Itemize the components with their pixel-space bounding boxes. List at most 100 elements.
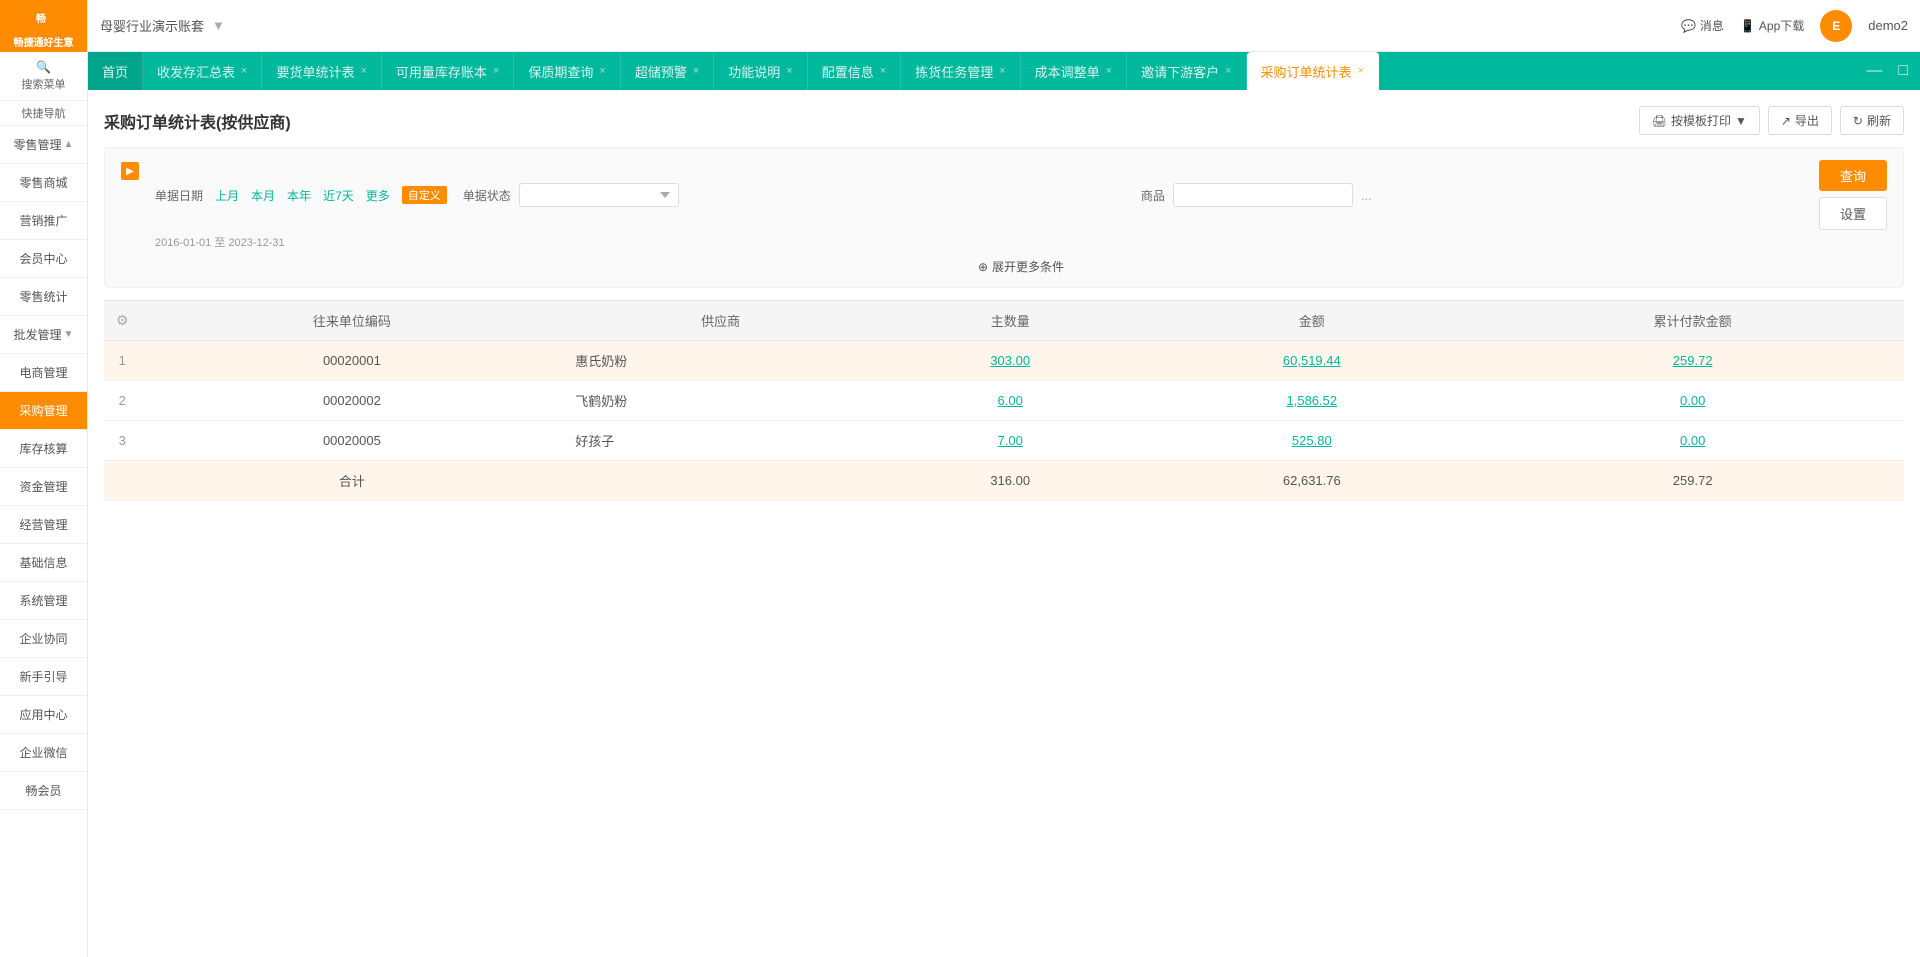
sidebar-item-marketing[interactable]: 营销推广	[0, 202, 87, 240]
tab-warranty-close[interactable]: ×	[599, 65, 605, 77]
shortcut-this-year[interactable]: 本年	[283, 186, 315, 205]
row-amount-0[interactable]: 60,519.44	[1142, 341, 1481, 381]
tab-pick-task[interactable]: 拣货任务管理 ×	[901, 52, 1020, 90]
sidebar-item-system-label: 系统管理	[19, 592, 67, 609]
tab-cost-adjust-close[interactable]: ×	[1106, 65, 1112, 77]
tab-goods-stats-close[interactable]: ×	[360, 65, 366, 77]
sidebar-item-app-center[interactable]: 应用中心	[0, 696, 87, 734]
sidebar-item-inventory[interactable]: 库存核算	[0, 430, 87, 468]
sidebar-item-purchase-label: 采购管理	[19, 402, 67, 419]
sidebar-item-finance[interactable]: 资金管理	[0, 468, 87, 506]
sidebar-item-retail-stats[interactable]: 零售统计	[0, 278, 87, 316]
col-paid-header: 累计付款金额	[1481, 301, 1904, 341]
shortcut-this-month[interactable]: 本月	[247, 186, 279, 205]
sidebar-search[interactable]: 🔍 搜索菜单	[0, 52, 87, 101]
app-icon: 📱	[1740, 19, 1755, 33]
tab-cost-adjust[interactable]: 成本调整单 ×	[1021, 52, 1127, 90]
filter-main: 单据日期 上月 本月 本年 近7天 更多 自定义 单据状态	[155, 160, 1887, 275]
sidebar-item-retail-shop-label: 零售商城	[19, 174, 67, 191]
tab-warranty[interactable]: 保质期查询 ×	[514, 52, 620, 90]
sidebar-item-guide[interactable]: 新手引导	[0, 658, 87, 696]
shortcut-7days[interactable]: 近7天	[319, 186, 358, 205]
goods-input[interactable]	[1173, 183, 1353, 207]
sidebar-quick-nav[interactable]: 快捷导航	[0, 101, 87, 126]
status-select[interactable]	[519, 183, 679, 207]
goods-filter-group: 商品 ...	[1141, 183, 1803, 207]
tab-func-desc-close[interactable]: ×	[786, 65, 792, 77]
sidebar-nav-label: 快捷导航	[6, 105, 81, 121]
svg-text:畅: 畅	[36, 12, 46, 25]
query-button[interactable]: 查询	[1819, 160, 1887, 191]
tab-purchase-stats[interactable]: 采购订单统计表 ×	[1247, 52, 1379, 90]
tab-available-stock-close[interactable]: ×	[493, 65, 499, 77]
template-print-button[interactable]: 🖨 按模板打印 ▼	[1639, 106, 1760, 135]
row-qty-2[interactable]: 7.00	[878, 421, 1142, 461]
tab-overstock[interactable]: 超储预警 ×	[621, 52, 714, 90]
tab-warranty-label: 保质期查询	[528, 62, 593, 81]
row-qty-1[interactable]: 6.00	[878, 381, 1142, 421]
tab-home[interactable]: 首页	[88, 52, 143, 90]
page-content: 采购订单统计表(按供应商) 🖨 按模板打印 ▼ ↗ 导出 ↻ 刷新	[88, 90, 1920, 957]
row-supplier-0: 惠氏奶粉	[563, 341, 878, 381]
expand-conditions-button[interactable]: ⊕ 展开更多条件	[978, 258, 1064, 275]
sidebar-item-collab[interactable]: 企业协同	[0, 620, 87, 658]
sidebar-item-retail[interactable]: 零售管理 ▲	[0, 126, 87, 164]
topbar-right: 💬 消息 📱 App下载 E demo2	[1681, 10, 1908, 42]
shortcut-last-month[interactable]: 上月	[211, 186, 243, 205]
sidebar-item-wechat[interactable]: 企业微信	[0, 734, 87, 772]
tab-config-info-close[interactable]: ×	[880, 65, 886, 77]
export-button[interactable]: ↗ 导出	[1768, 106, 1832, 135]
filter-toggle-btn[interactable]: ▶	[121, 162, 139, 180]
tab-receive-send-label: 收发存汇总表	[157, 62, 235, 81]
tab-config-info[interactable]: 配置信息 ×	[808, 52, 901, 90]
tab-available-stock-label: 可用量库存账本	[396, 62, 487, 81]
message-button[interactable]: 💬 消息	[1681, 17, 1724, 34]
col-settings-icon[interactable]: ⚙	[116, 312, 129, 328]
row-paid-2[interactable]: 0.00	[1481, 421, 1904, 461]
tab-invite-downstream-close[interactable]: ×	[1225, 65, 1231, 77]
sidebar-item-system[interactable]: 系统管理	[0, 582, 87, 620]
minimize-btn[interactable]: —	[1862, 58, 1886, 84]
shortcut-more[interactable]: 更多	[362, 186, 394, 205]
row-amount-2[interactable]: 525.80	[1142, 421, 1481, 461]
row-paid-1[interactable]: 0.00	[1481, 381, 1904, 421]
sidebar-item-basic[interactable]: 基础信息	[0, 544, 87, 582]
refresh-button[interactable]: ↻ 刷新	[1840, 106, 1904, 135]
tab-overstock-label: 超储预警	[635, 62, 687, 81]
table-header-row: ⚙ 往来单位编码 供应商 主数量 金额 累计付款金额	[104, 301, 1904, 341]
custom-date-tag[interactable]: 自定义	[402, 186, 447, 204]
sidebar-item-ecommerce[interactable]: 电商管理	[0, 354, 87, 392]
row-amount-1[interactable]: 1,586.52	[1142, 381, 1481, 421]
tab-pick-task-label: 拣货任务管理	[915, 62, 993, 81]
sidebar-item-member[interactable]: 会员中心	[0, 240, 87, 278]
sidebar-item-retail-shop[interactable]: 零售商城	[0, 164, 87, 202]
sidebar-item-purchase[interactable]: 采购管理	[0, 392, 87, 430]
app-logo-text: 畅捷通好生意	[14, 34, 74, 49]
maximize-btn[interactable]: □	[1894, 58, 1912, 84]
tab-func-desc[interactable]: 功能说明 ×	[714, 52, 807, 90]
tab-available-stock[interactable]: 可用量库存账本 ×	[382, 52, 514, 90]
date-filter-group: 单据日期 上月 本月 本年 近7天 更多 自定义	[155, 186, 447, 205]
sidebar-item-wholesale[interactable]: 批发管理 ▼	[0, 316, 87, 354]
tab-pick-task-close[interactable]: ×	[999, 65, 1005, 77]
row-qty-0[interactable]: 303.00	[878, 341, 1142, 381]
app-download-button[interactable]: 📱 App下载	[1740, 17, 1804, 34]
app-logo: 畅 畅捷通好生意	[0, 0, 87, 52]
tab-goods-stats[interactable]: 要货单统计表 ×	[262, 52, 381, 90]
sidebar-item-operation[interactable]: 经营管理	[0, 506, 87, 544]
goods-more-icon[interactable]: ...	[1361, 188, 1372, 203]
expand-icon: ▲	[64, 139, 74, 150]
template-dropdown-icon[interactable]: ▼	[1735, 114, 1747, 128]
sidebar-item-member2[interactable]: 畅会员	[0, 772, 87, 810]
row-paid-0[interactable]: 259.72	[1481, 341, 1904, 381]
tab-purchase-stats-close[interactable]: ×	[1358, 65, 1364, 77]
user-name[interactable]: demo2	[1868, 18, 1908, 33]
export-icon: ↗	[1781, 114, 1791, 128]
tab-receive-send-close[interactable]: ×	[241, 65, 247, 77]
tab-invite-downstream[interactable]: 邀请下游客户 ×	[1127, 52, 1246, 90]
tab-overstock-close[interactable]: ×	[693, 65, 699, 77]
topbar-dropdown-icon[interactable]: ▼	[212, 18, 225, 33]
settings-button[interactable]: 设置	[1819, 197, 1887, 230]
user-avatar[interactable]: E	[1820, 10, 1852, 42]
tab-receive-send[interactable]: 收发存汇总表 ×	[143, 52, 262, 90]
